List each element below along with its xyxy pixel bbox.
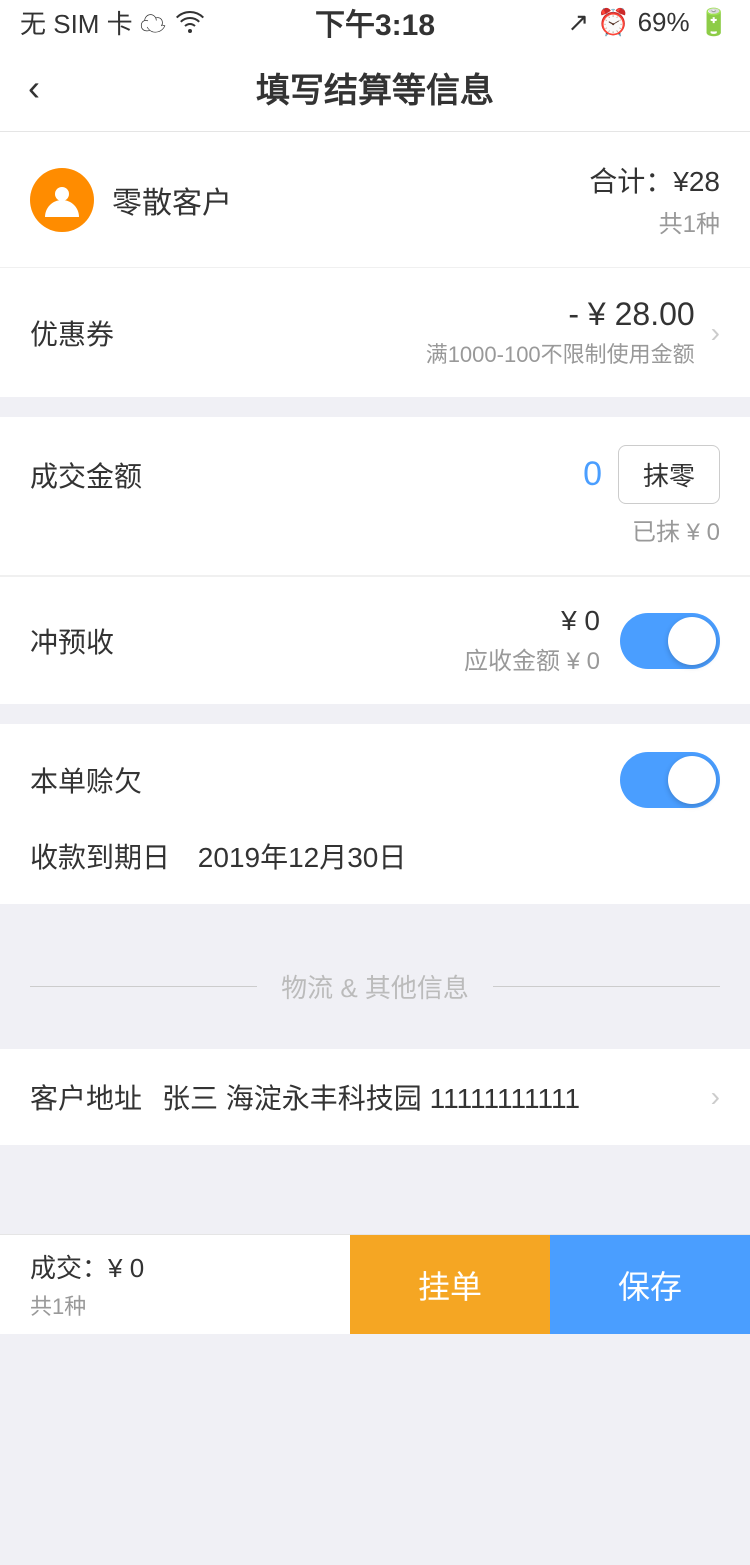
prereceive-card: 冲预收 ¥ 0 应收金额 ¥ 0 bbox=[0, 575, 750, 704]
location-icon: ↗ bbox=[567, 7, 589, 38]
customer-left: 零散客户 bbox=[30, 168, 232, 232]
coupon-value-block: - ¥ 28.00 满1000-100不限制使用金额 bbox=[426, 296, 695, 369]
coupon-desc: 满1000-100不限制使用金额 bbox=[426, 337, 695, 369]
prereceive-amount: ¥ 0 bbox=[464, 605, 600, 637]
logistics-label: 物流 & 其他信息 bbox=[257, 968, 493, 1005]
bottom-deal-label: 成交：¥ 0 bbox=[30, 1248, 320, 1285]
prereceive-toggle[interactable] bbox=[620, 613, 720, 669]
status-bar: 无 SIM 卡 ☁ 下午3:18 ↗ ⏰ 69% 🔋 bbox=[0, 0, 750, 44]
transaction-top: 成交金额 0 抹零 bbox=[30, 445, 720, 504]
total-amount: 合计：¥28 bbox=[589, 160, 720, 200]
debt-toggle-knob bbox=[668, 756, 716, 804]
prereceive-row: 冲预收 ¥ 0 应收金额 ¥ 0 bbox=[0, 576, 750, 704]
prereceive-sub: 应收金额 ¥ 0 bbox=[464, 641, 600, 676]
logistics-inner: 物流 & 其他信息 bbox=[0, 946, 750, 1027]
customer-avatar bbox=[30, 168, 94, 232]
address-chevron-icon: › bbox=[711, 1081, 720, 1113]
transaction-card: 成交金额 0 抹零 已抹 ¥ 0 bbox=[0, 417, 750, 575]
prereceive-amount-block: ¥ 0 应收金额 ¥ 0 bbox=[464, 605, 600, 676]
bottom-bar: 成交：¥ 0 共1种 挂单 保存 bbox=[0, 1234, 750, 1334]
user-icon bbox=[43, 181, 81, 219]
bottom-count: 共1种 bbox=[30, 1289, 320, 1321]
customer-name: 零散客户 bbox=[112, 178, 232, 222]
coupon-chevron-icon: › bbox=[711, 317, 720, 349]
page-title: 填写结算等信息 bbox=[256, 63, 494, 112]
debt-card: 本单赊欠 收款到期日 2019年12月30日 bbox=[0, 724, 750, 904]
wifi-icon bbox=[176, 11, 204, 33]
bottom-info: 成交：¥ 0 共1种 bbox=[0, 1235, 350, 1334]
due-date-row: 收款到期日 2019年12月30日 bbox=[0, 836, 750, 904]
logistics-divider: 物流 & 其他信息 bbox=[0, 924, 750, 1049]
debt-label: 本单赊欠 bbox=[30, 760, 142, 800]
coupon-amount: - ¥ 28.00 bbox=[426, 296, 695, 333]
save-button[interactable]: 保存 bbox=[550, 1235, 750, 1334]
debt-toggle[interactable] bbox=[620, 752, 720, 808]
battery-icon: 🔋 bbox=[698, 7, 730, 38]
customer-card: 零散客户 合计：¥28 共1种 优惠券 - ¥ 28.00 满1000-100不… bbox=[0, 132, 750, 397]
no-sim-label: 无 SIM 卡 ☁ bbox=[20, 4, 166, 41]
nav-bar: ‹ 填写结算等信息 bbox=[0, 44, 750, 132]
coupon-right: - ¥ 28.00 满1000-100不限制使用金额 › bbox=[150, 296, 720, 369]
transaction-sub: 已抹 ¥ 0 bbox=[30, 512, 720, 547]
address-value: 张三 海淀永丰科技园 11111111111 bbox=[162, 1077, 691, 1117]
alarm-icon: ⏰ bbox=[597, 7, 629, 38]
debt-row: 本单赊欠 bbox=[0, 724, 750, 836]
prereceive-toggle-knob bbox=[668, 617, 716, 665]
prereceive-right: ¥ 0 应收金额 ¥ 0 bbox=[464, 605, 720, 676]
total-count: 共1种 bbox=[589, 204, 720, 239]
address-row[interactable]: 客户地址 张三 海淀永丰科技园 11111111111 › bbox=[0, 1049, 750, 1145]
customer-row: 零散客户 合计：¥28 共1种 bbox=[0, 132, 750, 267]
status-time: 下午3:18 bbox=[315, 0, 435, 44]
transaction-value[interactable]: 0 bbox=[583, 455, 602, 494]
coupon-row[interactable]: 优惠券 - ¥ 28.00 满1000-100不限制使用金额 › bbox=[0, 267, 750, 397]
round-zero-button[interactable]: 抹零 bbox=[618, 445, 720, 504]
amount-input-area: 0 抹零 bbox=[583, 445, 720, 504]
status-left: 无 SIM 卡 ☁ bbox=[20, 4, 204, 41]
back-button[interactable]: ‹ bbox=[28, 67, 40, 109]
hold-button[interactable]: 挂单 bbox=[350, 1235, 550, 1334]
logistics-line-left bbox=[30, 986, 257, 987]
status-right: ↗ ⏰ 69% 🔋 bbox=[567, 7, 730, 38]
due-date-value: 2019年12月30日 bbox=[198, 842, 407, 873]
battery-label: 69% bbox=[638, 7, 690, 38]
logistics-line-right bbox=[493, 986, 720, 987]
address-label: 客户地址 bbox=[30, 1077, 142, 1117]
coupon-label: 优惠券 bbox=[30, 313, 150, 353]
customer-total: 合计：¥28 共1种 bbox=[589, 160, 720, 239]
address-card: 客户地址 张三 海淀永丰科技园 11111111111 › bbox=[0, 1049, 750, 1145]
transaction-label: 成交金额 bbox=[30, 455, 150, 495]
due-date-label: 收款到期日 bbox=[30, 842, 170, 873]
prereceive-label: 冲预收 bbox=[30, 621, 150, 661]
main-content: 零散客户 合计：¥28 共1种 优惠券 - ¥ 28.00 满1000-100不… bbox=[0, 132, 750, 1565]
